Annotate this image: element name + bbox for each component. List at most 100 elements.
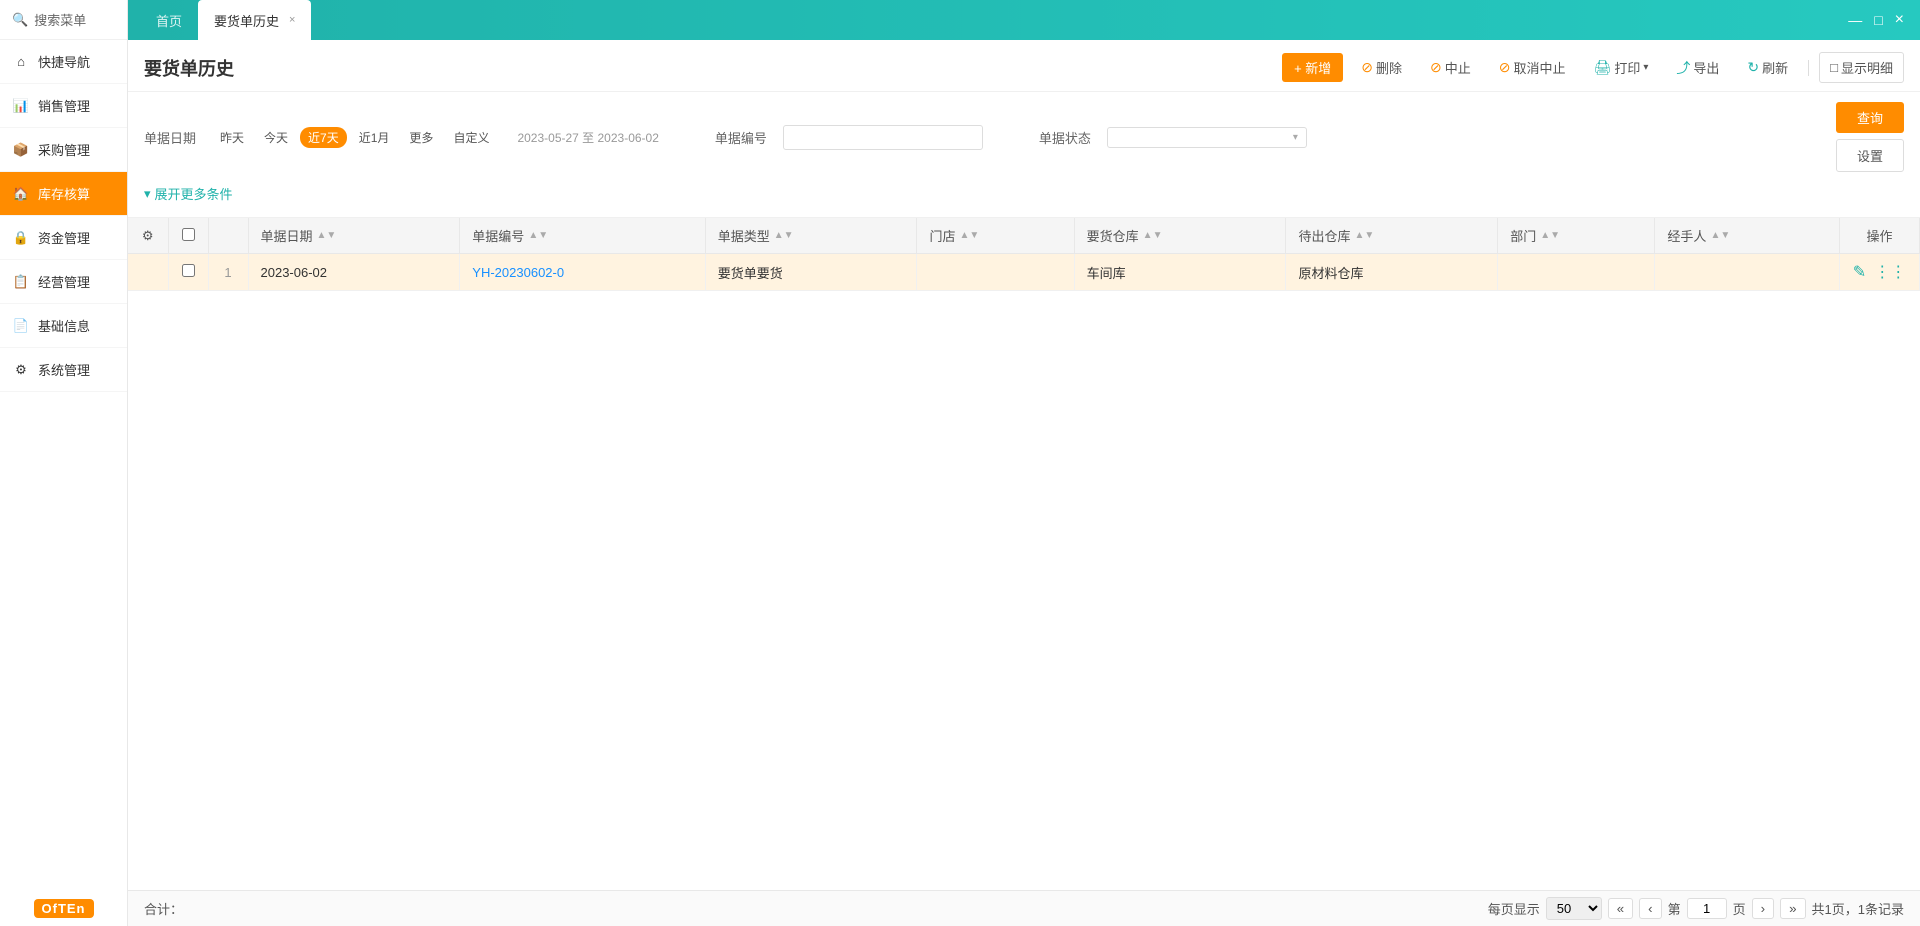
edit-icon[interactable]: ✎ xyxy=(1853,262,1866,282)
stop-icon: ⊘ xyxy=(1430,59,1442,76)
page-input[interactable] xyxy=(1687,898,1727,919)
export-button[interactable]: ⤴ 导出 xyxy=(1666,53,1729,83)
delete-button[interactable]: ⊘ 删除 xyxy=(1351,53,1412,82)
page-header: 要货单历史 + 新增 ⊘ 删除 ⊘ 中止 ⊘ 取消中止 🖨 打印 xyxy=(128,40,1920,92)
th-store[interactable]: 门店 ▲▼ xyxy=(917,218,1074,254)
last-page-button[interactable]: » xyxy=(1780,898,1805,919)
toolbar-divider xyxy=(1808,60,1809,76)
sidebar-search[interactable]: 🔍 搜索菜单 xyxy=(0,0,127,40)
chevron-down-icon: ▾ xyxy=(144,186,151,202)
th-date[interactable]: 单据日期 ▲▼ xyxy=(248,218,460,254)
expand-more-button[interactable]: ▾ 展开更多条件 xyxy=(144,180,233,207)
th-settings[interactable]: ⚙ xyxy=(128,218,168,254)
stop-button[interactable]: ⊘ 中止 xyxy=(1420,53,1481,82)
topbar: 首页 要货单历史 × — □ × xyxy=(128,0,1920,40)
row-num: 1 xyxy=(224,265,231,280)
total-info: 共1页，1条记录 xyxy=(1812,899,1904,918)
row-checkbox[interactable] xyxy=(182,264,195,277)
th-pending-warehouse[interactable]: 待出仓库 ▲▼ xyxy=(1286,218,1498,254)
date-shortcut-more[interactable]: 更多 xyxy=(401,127,441,148)
print-button[interactable]: 🖨 打印 ▾ xyxy=(1584,53,1659,82)
stop-label: 中止 xyxy=(1445,58,1471,77)
sort-department-icon: ▲▼ xyxy=(1540,231,1560,241)
prev-page-button[interactable]: ‹ xyxy=(1639,898,1661,919)
query-button[interactable]: 查询 xyxy=(1836,102,1904,133)
doc-no-link[interactable]: YH-20230602-0 xyxy=(472,265,564,280)
th-doc-type[interactable]: 单据类型 ▲▼ xyxy=(705,218,917,254)
money-icon: 🔒 xyxy=(12,229,30,247)
topbar-actions: — □ × xyxy=(1844,11,1908,29)
export-icon: ⤴ xyxy=(1676,58,1690,78)
date-filter-label: 单据日期 xyxy=(144,128,196,147)
close-window-icon[interactable]: × xyxy=(1891,11,1908,29)
settings-icon: ⚙ xyxy=(142,228,154,243)
first-page-button[interactable]: « xyxy=(1608,898,1633,919)
file-icon: 📄 xyxy=(12,317,30,335)
gear-icon: ⚙ xyxy=(12,361,30,379)
page-suffix: 页 xyxy=(1733,899,1746,918)
more-icon[interactable]: ⋮⋮ xyxy=(1874,262,1906,282)
sidebar-item-operations[interactable]: 📋 经营管理 xyxy=(0,260,127,304)
th-handler-label: 经手人 xyxy=(1667,226,1706,245)
sidebar-item-quick-nav[interactable]: ⌂ 快捷导航 xyxy=(0,40,127,84)
sidebar-item-finance[interactable]: 🔒 资金管理 xyxy=(0,216,127,260)
next-page-button[interactable]: › xyxy=(1752,898,1774,919)
new-button[interactable]: + 新增 xyxy=(1282,53,1343,82)
pagination: 每页显示 50 20 100 « ‹ 第 页 › » 共1页，1条记录 xyxy=(1488,897,1904,920)
show-detail-button[interactable]: □ 显示明细 xyxy=(1819,52,1904,83)
th-doc-no[interactable]: 单据编号 ▲▼ xyxy=(460,218,705,254)
search-icon: 🔍 xyxy=(12,12,28,28)
tab-requisition-history[interactable]: 要货单历史 × xyxy=(198,0,311,40)
tab-close-icon[interactable]: × xyxy=(289,14,295,26)
cancel-stop-button[interactable]: ⊘ 取消中止 xyxy=(1489,53,1576,82)
th-department-label: 部门 xyxy=(1510,226,1536,245)
cancel-stop-label: 取消中止 xyxy=(1514,58,1566,77)
status-select[interactable]: ▾ xyxy=(1107,127,1307,148)
settings-button[interactable]: 设置 xyxy=(1836,139,1904,172)
th-store-label: 门店 xyxy=(929,226,955,245)
select-all-checkbox[interactable] xyxy=(182,228,195,241)
td-store xyxy=(917,254,1074,291)
doc-number-input[interactable] xyxy=(783,125,983,150)
th-doc-type-label: 单据类型 xyxy=(718,226,770,245)
tab-home[interactable]: 首页 xyxy=(140,0,198,40)
maximize-icon[interactable]: □ xyxy=(1870,12,1886,28)
date-shortcut-custom[interactable]: 自定义 xyxy=(445,127,497,148)
th-handler[interactable]: 经手人 ▲▼ xyxy=(1655,218,1840,254)
th-department[interactable]: 部门 ▲▼ xyxy=(1498,218,1655,254)
date-shortcut-last7days[interactable]: 近7天 xyxy=(300,127,347,148)
date-shortcut-yesterday[interactable]: 昨天 xyxy=(212,127,252,148)
sidebar-item-system[interactable]: ⚙ 系统管理 xyxy=(0,348,127,392)
sidebar-search-label: 搜索菜单 xyxy=(34,10,86,29)
th-req-warehouse[interactable]: 要货仓库 ▲▼ xyxy=(1074,218,1286,254)
operation-icons: ✎ ⋮⋮ xyxy=(1852,262,1907,282)
th-checkbox[interactable] xyxy=(168,218,208,254)
sort-doc-no-icon: ▲▼ xyxy=(528,231,548,241)
sort-store-icon: ▲▼ xyxy=(960,231,980,241)
th-operation: 操作 xyxy=(1840,218,1920,254)
date-shortcut-last1month[interactable]: 近1月 xyxy=(351,127,398,148)
sidebar-item-label: 系统管理 xyxy=(38,360,90,379)
brand-logo: OfTEn xyxy=(34,899,94,918)
sort-handler-icon: ▲▼ xyxy=(1710,231,1730,241)
sidebar-item-inventory[interactable]: 🏠 库存核算 xyxy=(0,172,127,216)
date-shortcut-today[interactable]: 今天 xyxy=(256,127,296,148)
briefcase-icon: 📋 xyxy=(12,273,30,291)
row-doc-type: 要货单要货 xyxy=(718,266,783,281)
status-label: 单据状态 xyxy=(1039,128,1091,147)
minimize-icon[interactable]: — xyxy=(1844,12,1866,28)
sidebar-item-purchase[interactable]: 📦 采购管理 xyxy=(0,128,127,172)
per-page-select[interactable]: 50 20 100 xyxy=(1546,897,1602,920)
sidebar-item-sales[interactable]: 📊 销售管理 xyxy=(0,84,127,128)
td-doc-no[interactable]: YH-20230602-0 xyxy=(460,254,705,291)
sidebar-item-label: 资金管理 xyxy=(38,228,90,247)
td-checkbox[interactable] xyxy=(168,254,208,291)
date-range-text: 2023-05-27 至 2023-06-02 xyxy=(517,129,658,146)
sidebar-item-label: 快捷导航 xyxy=(38,52,90,71)
td-department xyxy=(1498,254,1655,291)
sidebar-item-basic-info[interactable]: 📄 基础信息 xyxy=(0,304,127,348)
td-settings xyxy=(128,254,168,291)
home-icon: ⌂ xyxy=(12,53,30,71)
th-date-label: 单据日期 xyxy=(261,226,313,245)
refresh-button[interactable]: ↻ 刷新 xyxy=(1737,53,1798,82)
